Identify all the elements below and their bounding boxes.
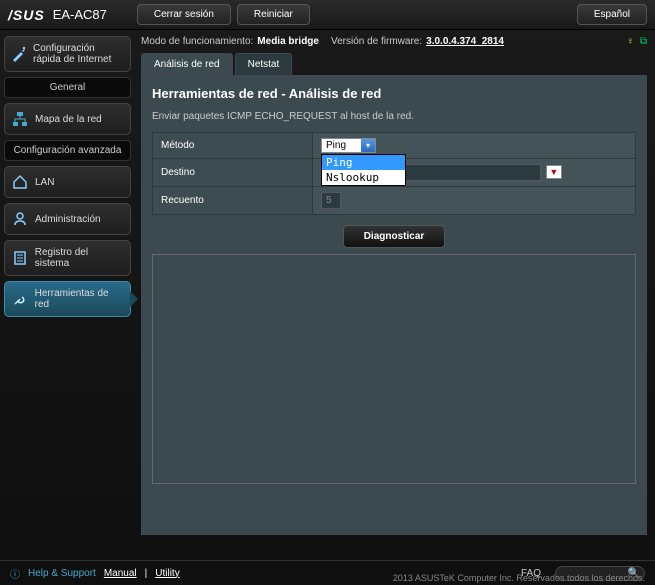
sidebar: Configuración rápida de Internet General… <box>0 30 135 560</box>
favorites-button[interactable]: ▼ <box>546 165 562 179</box>
form-table: Método Ping Ping Nslookup <box>152 132 636 215</box>
manual-link[interactable]: Manual <box>104 568 137 579</box>
count-input[interactable] <box>321 192 341 209</box>
network-icon <box>11 110 29 128</box>
wand-icon <box>11 45 27 63</box>
method-select[interactable]: Ping Ping Nslookup <box>321 138 376 153</box>
firmware-value[interactable]: 3.0.0.4.374_2814 <box>426 36 504 47</box>
admin-icon <box>11 210 29 228</box>
target-label: Destino <box>153 159 313 187</box>
panel: Herramientas de red - Análisis de red En… <box>141 75 647 535</box>
method-option-nslookup[interactable]: Nslookup <box>322 170 405 185</box>
sidebar-section-general: General <box>4 77 131 98</box>
chevron-down-icon <box>361 139 375 152</box>
sidebar-item-label: Registro del sistema <box>35 247 124 269</box>
firmware-label: Versión de firmware: <box>331 36 422 47</box>
model-name: EA-AC87 <box>53 7 107 22</box>
house-icon <box>11 173 29 191</box>
copyright: 2013 ASUSTeK Computer Inc. Reservados to… <box>393 573 645 583</box>
method-option-ping[interactable]: Ping <box>322 155 405 170</box>
sidebar-item-nettools[interactable]: Herramientas de red <box>4 281 131 317</box>
connection-icon[interactable]: ⧉ <box>640 36 647 47</box>
log-icon <box>11 249 29 267</box>
sidebar-item-label: Herramientas de red <box>35 288 124 310</box>
sidebar-item-syslog[interactable]: Registro del sistema <box>4 240 131 276</box>
sidebar-item-label: LAN <box>35 177 54 188</box>
sidebar-section-advanced: Configuración avanzada <box>4 140 131 161</box>
tab-bar: Análisis de red Netstat <box>141 53 647 75</box>
utility-link[interactable]: Utility <box>155 568 179 579</box>
logout-button[interactable]: Cerrar sesión <box>137 4 231 25</box>
method-label: Método <box>153 133 313 159</box>
count-label: Recuento <box>153 187 313 215</box>
main-content: Modo de funcionamiento: Media bridge Ver… <box>135 30 655 560</box>
diagnose-button[interactable]: Diagnosticar <box>343 225 446 248</box>
sidebar-item-quicksetup[interactable]: Configuración rápida de Internet <box>4 36 131 72</box>
tab-netstat[interactable]: Netstat <box>235 53 293 75</box>
status-bar: Modo de funcionamiento: Media bridge Ver… <box>141 36 647 47</box>
output-area <box>152 254 636 484</box>
mode-label: Modo de funcionamiento: <box>141 36 253 47</box>
method-dropdown: Ping Nslookup <box>321 154 406 186</box>
sidebar-item-label: Administración <box>35 214 101 225</box>
sidebar-item-admin[interactable]: Administración <box>4 203 131 235</box>
sidebar-item-networkmap[interactable]: Mapa de la red <box>4 103 131 135</box>
mode-value: Media bridge <box>257 36 319 47</box>
sidebar-item-label: Configuración rápida de Internet <box>33 43 124 65</box>
tab-netanalysis[interactable]: Análisis de red <box>141 53 233 75</box>
brand-logo: /SUS <box>8 7 45 23</box>
info-icon: ⓘ <box>10 566 20 581</box>
tools-icon <box>11 290 29 308</box>
bulb-icon[interactable]: ♀ <box>626 36 634 47</box>
panel-title: Herramientas de red - Análisis de red <box>152 86 636 101</box>
sidebar-item-lan[interactable]: LAN <box>4 166 131 198</box>
panel-description: Enviar paquetes ICMP ECHO_REQUEST al hos… <box>152 111 636 122</box>
help-link[interactable]: Help & Support <box>28 568 96 579</box>
language-button[interactable]: Español <box>577 4 647 25</box>
header-bar: /SUS EA-AC87 Cerrar sesión Reiniciar Esp… <box>0 0 655 30</box>
reboot-button[interactable]: Reiniciar <box>237 4 310 25</box>
sidebar-item-label: Mapa de la red <box>35 114 102 125</box>
